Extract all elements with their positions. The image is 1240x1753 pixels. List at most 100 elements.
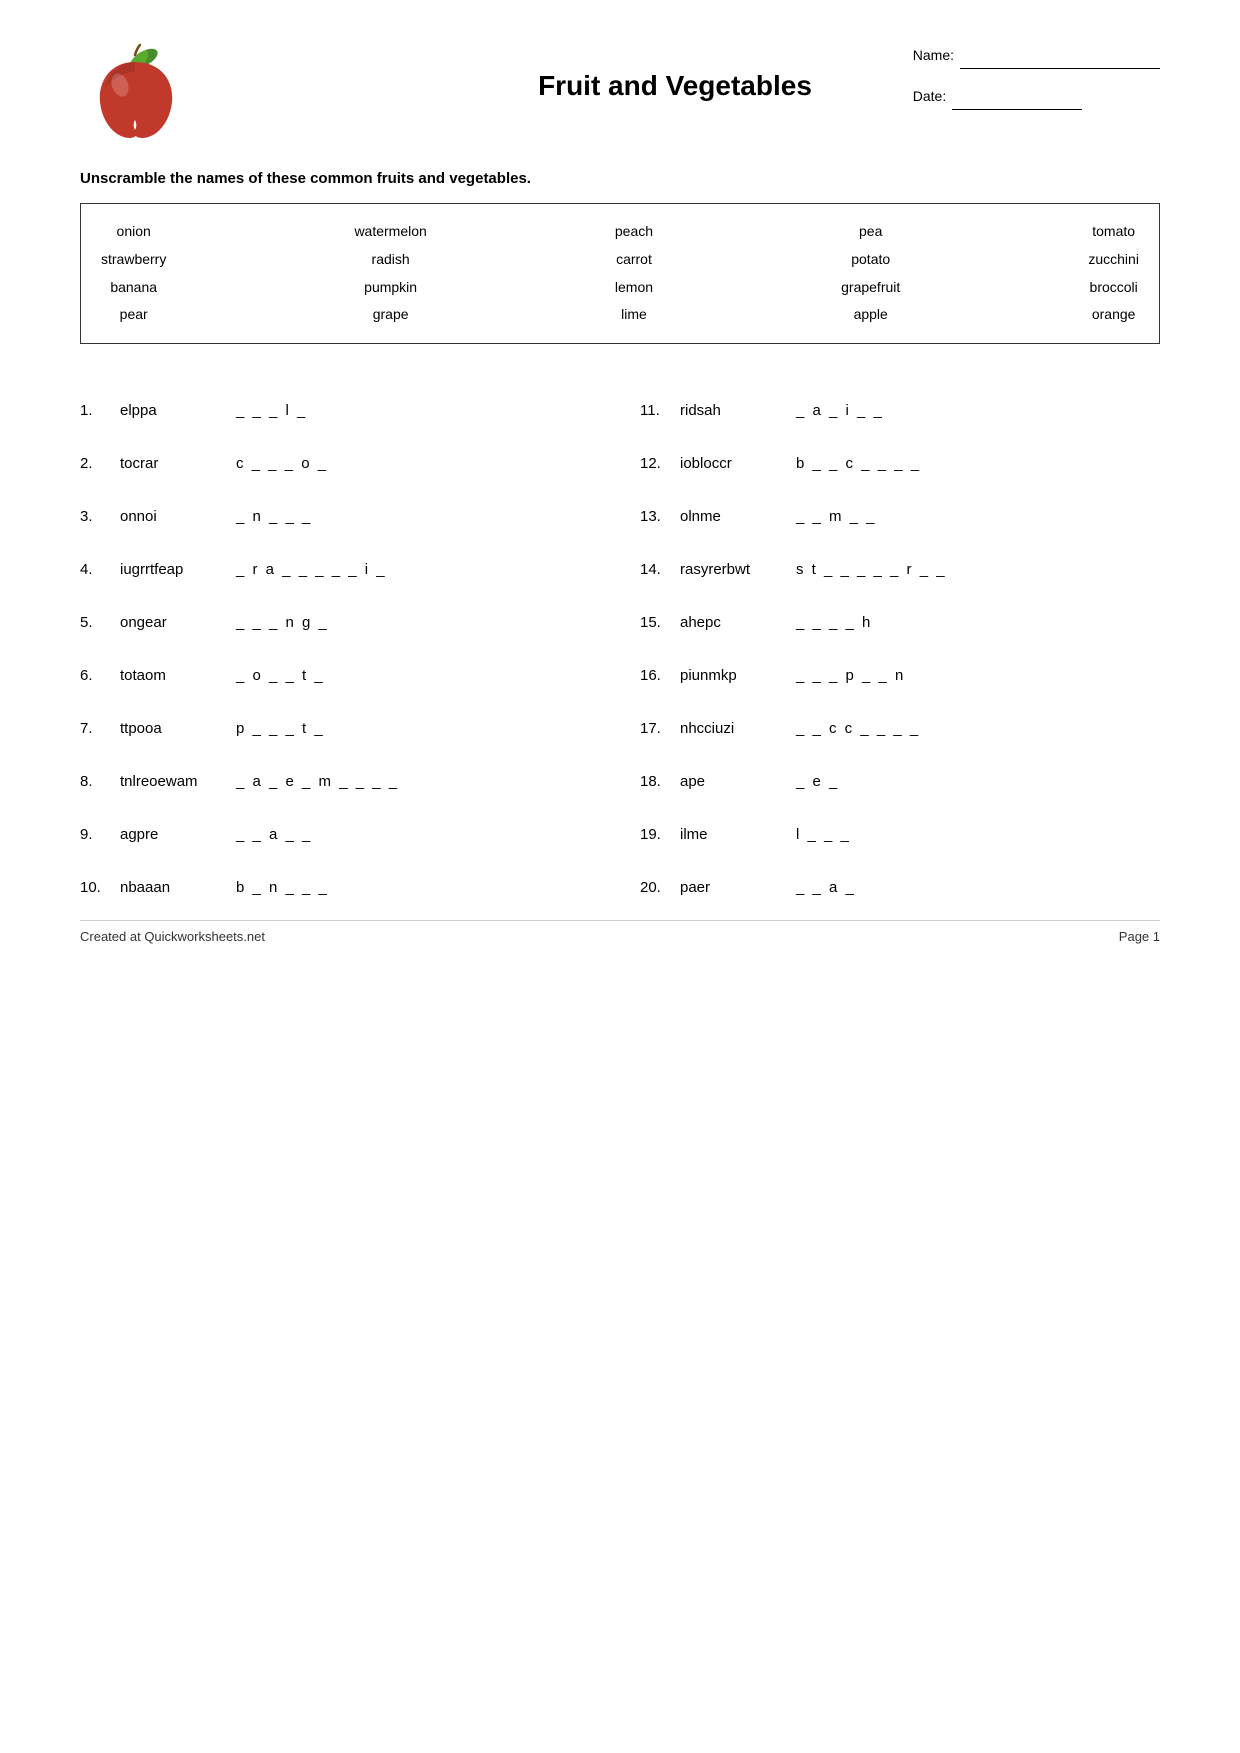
- exercise-item: 5.ongear_ _ _ n g _: [80, 596, 600, 649]
- exercise-item: 9.agpre_ _ a _ _: [80, 808, 600, 861]
- exercise-number: 12.: [640, 455, 674, 472]
- exercise-item: 6. totaom _ o _ _ t _: [80, 649, 600, 702]
- apple-image: [80, 40, 190, 150]
- exercise-number: 16.: [640, 667, 674, 684]
- wb-word: watermelon: [354, 220, 426, 244]
- exercise-number: 9.: [80, 826, 114, 843]
- wb-word: tomato: [1092, 220, 1135, 244]
- exercise-number: 15.: [640, 614, 674, 631]
- answer-blanks: p _ _ _ t _: [236, 720, 325, 737]
- wb-word: carrot: [616, 248, 652, 272]
- exercise-item: 2.tocrarc _ _ _ o _: [80, 437, 600, 490]
- wb-word: orange: [1092, 303, 1136, 327]
- exercise-number: 7.: [80, 720, 114, 737]
- answer-blanks: s t _ _ _ _ _ r _ _: [796, 561, 947, 578]
- wb-word: broccoli: [1090, 276, 1138, 300]
- exercise-number: 17.: [640, 720, 674, 737]
- exercise-item: 8.tnlreoewam_ a _ e _ m _ _ _ _: [80, 755, 600, 808]
- scrambled-word: ahepc: [680, 614, 790, 631]
- word-bank-col-1: onion strawberry banana pear: [101, 220, 166, 327]
- word-bank-col-2: watermelon radish pumpkin grape: [354, 220, 426, 327]
- answer-blanks: _ r a _ _ _ _ _ i _: [236, 561, 387, 578]
- name-date-area: Name: Date:: [913, 40, 1160, 122]
- exercise-number: 2.: [80, 455, 114, 472]
- answer-blanks: _ a _ e _ m _ _ _ _: [236, 773, 399, 790]
- scrambled-word: rasyrerbwt: [680, 561, 790, 578]
- scrambled-word: piunmkp: [680, 667, 790, 684]
- scrambled-word: iugrrtfeap: [120, 561, 230, 578]
- word-bank: onion strawberry banana pear watermelon …: [80, 203, 1160, 344]
- wb-word: onion: [117, 220, 151, 244]
- answer-blanks: _ n _ _ _: [236, 508, 312, 525]
- wb-word: apple: [854, 303, 888, 327]
- exercise-item: 19.ilmel _ _ _: [640, 808, 1160, 861]
- exercise-number: 10.: [80, 879, 114, 896]
- scrambled-word: ongear: [120, 614, 230, 631]
- wb-word: banana: [110, 276, 157, 300]
- answer-blanks: _ _ c c _ _ _ _: [796, 720, 920, 737]
- answer-blanks: b _ n _ _ _: [236, 879, 329, 896]
- word-bank-col-3: peach carrot lemon lime: [615, 220, 653, 327]
- date-label: Date:: [913, 82, 946, 110]
- exercise-number: 5.: [80, 614, 114, 631]
- exercise-number: 13.: [640, 508, 674, 525]
- wb-word: pumpkin: [364, 276, 417, 300]
- exercises-left-col: 1.elppa_ _ _ l _2.tocrarc _ _ _ o _3.onn…: [80, 384, 600, 914]
- scrambled-word: paer: [680, 879, 790, 896]
- exercise-number: 6.: [80, 667, 114, 684]
- word-bank-col-5: tomato zucchini broccoli orange: [1088, 220, 1139, 327]
- scrambled-word: olnme: [680, 508, 790, 525]
- answer-blanks: _ _ _ p _ _ n: [796, 667, 905, 684]
- scrambled-word: ape: [680, 773, 790, 790]
- scrambled-word: onnoi: [120, 508, 230, 525]
- date-line: Date:: [913, 81, 1160, 110]
- exercise-number: 8.: [80, 773, 114, 790]
- wb-word: strawberry: [101, 248, 166, 272]
- scrambled-word: nhcciuzi: [680, 720, 790, 737]
- exercise-number: 20.: [640, 879, 674, 896]
- scrambled-word: totaom: [120, 667, 230, 684]
- exercise-number: 11.: [640, 402, 674, 419]
- exercise-item: 20.paer_ _ a _: [640, 861, 1160, 914]
- answer-blanks: l _ _ _: [796, 826, 851, 843]
- exercises-grid: 1.elppa_ _ _ l _2.tocrarc _ _ _ o _3.onn…: [80, 384, 1160, 914]
- wb-word: zucchini: [1088, 248, 1139, 272]
- answer-blanks: _ e _: [796, 773, 839, 790]
- exercise-item: 13. olnme _ _ m _ _: [640, 490, 1160, 543]
- footer: Created at Quickworksheets.net Page 1: [80, 920, 1160, 944]
- exercise-item: 1.elppa_ _ _ l _: [80, 384, 600, 437]
- name-field: [960, 40, 1160, 69]
- exercise-number: 4.: [80, 561, 114, 578]
- exercise-number: 19.: [640, 826, 674, 843]
- exercise-number: 14.: [640, 561, 674, 578]
- wb-word: lime: [621, 303, 647, 327]
- word-bank-col-4: pea potato grapefruit apple: [841, 220, 900, 327]
- scrambled-word: iobloccr: [680, 455, 790, 472]
- answer-blanks: _ o _ _ t _: [236, 667, 325, 684]
- wb-word: potato: [851, 248, 890, 272]
- answer-blanks: _ _ m _ _: [796, 508, 877, 525]
- answer-blanks: _ a _ i _ _: [796, 402, 884, 419]
- wb-word: peach: [615, 220, 653, 244]
- wb-word: pea: [859, 220, 882, 244]
- exercise-item: 7.ttpooap _ _ _ t _: [80, 702, 600, 755]
- answer-blanks: b _ _ c _ _ _ _: [796, 455, 921, 472]
- exercise-item: 18. ape _ e _: [640, 755, 1160, 808]
- name-line: Name:: [913, 40, 1160, 69]
- answer-blanks: _ _ _ _ h: [796, 614, 872, 631]
- exercise-number: 18.: [640, 773, 674, 790]
- exercise-item: 11. ridsah _ a _ i _ _: [640, 384, 1160, 437]
- footer-left: Created at Quickworksheets.net: [80, 929, 265, 944]
- wb-word: pear: [120, 303, 148, 327]
- wb-word: lemon: [615, 276, 653, 300]
- exercises-right-col: 11. ridsah _ a _ i _ _ 12. iobloccr b _ _ c _…: [640, 384, 1160, 914]
- scrambled-word: elppa: [120, 402, 230, 419]
- footer-right: Page 1: [1119, 929, 1160, 944]
- scrambled-word: agpre: [120, 826, 230, 843]
- scrambled-word: nbaaan: [120, 879, 230, 896]
- exercise-item: 3.onnoi_ n _ _ _: [80, 490, 600, 543]
- date-field: [952, 81, 1082, 110]
- wb-word: grape: [373, 303, 409, 327]
- scrambled-word: ridsah: [680, 402, 790, 419]
- instructions: Unscramble the names of these common fru…: [80, 170, 1160, 187]
